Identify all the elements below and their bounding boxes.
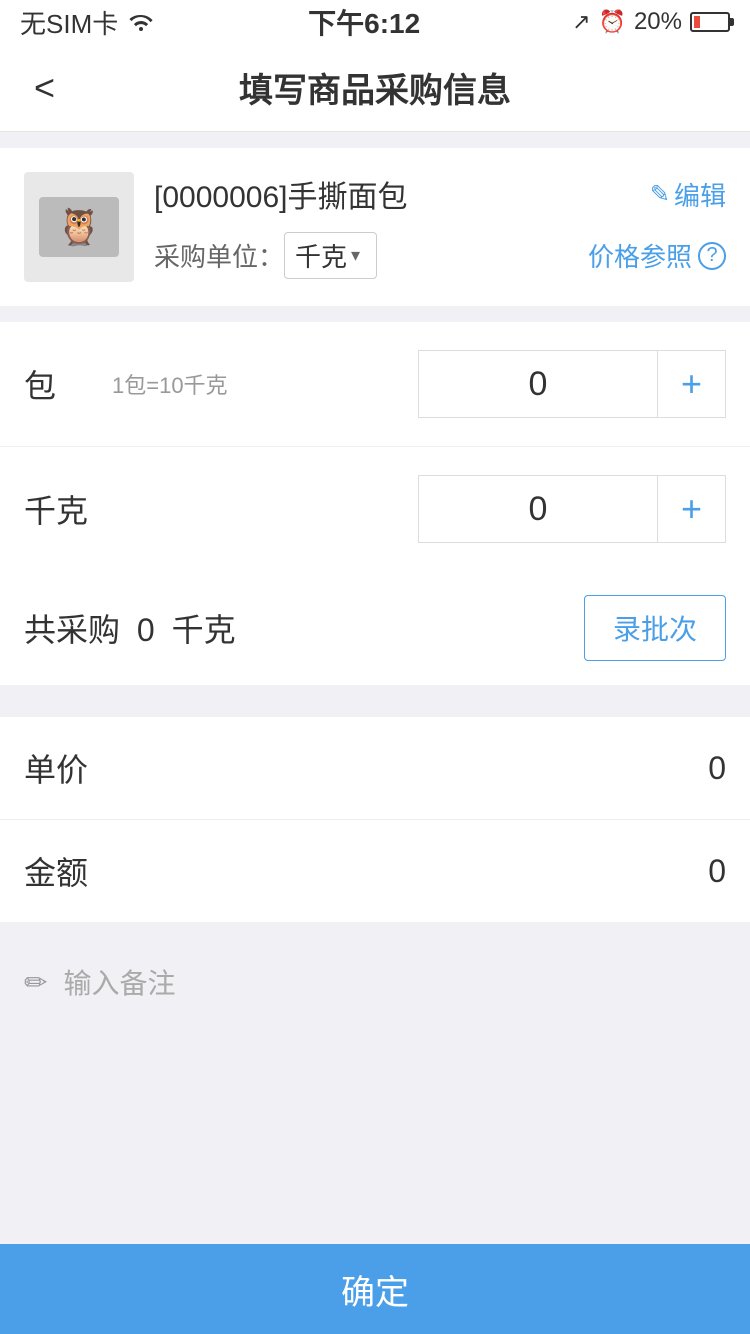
alarm-icon: ⏰ (599, 9, 626, 35)
total-amount: 0 (137, 612, 155, 648)
unit-label: 采购单位： (154, 237, 284, 274)
amount-value: 0 (708, 853, 726, 890)
kg-input-group: 0 + (418, 475, 726, 543)
confirm-label: 确定 (341, 1265, 409, 1314)
edit-button[interactable]: ✎ 编辑 (650, 176, 726, 213)
nav-bar: < 填写商品采购信息 (0, 44, 750, 132)
notes-section[interactable]: ✏ 输入备注 (0, 938, 750, 1026)
unit-price-label: 单价 (24, 745, 88, 791)
back-button[interactable]: < (24, 57, 65, 119)
product-owl-icon: 🦉 (57, 206, 102, 248)
bag-label: 包 (24, 361, 104, 407)
wifi-icon (126, 7, 156, 38)
help-icon: ? (698, 242, 726, 270)
unit-selector-group: 采购单位： 千克 ▾ (154, 232, 377, 279)
carrier-label: 无SIM卡 (20, 4, 118, 41)
kg-value: 0 (529, 490, 548, 529)
status-time: 下午6:12 (308, 2, 420, 42)
total-prefix: 共采购 (24, 612, 120, 648)
product-thumbnail: 🦉 (24, 172, 134, 282)
amount-label: 金额 (24, 848, 88, 894)
bag-sublabel: 1包=10千克 (112, 368, 228, 400)
price-ref-button[interactable]: 价格参照 ? (588, 237, 726, 274)
kg-label: 千克 (24, 486, 104, 532)
battery-icon (690, 12, 730, 32)
unit-price-row: 单价 0 (0, 717, 750, 820)
edit-label: 编辑 (674, 176, 726, 213)
bag-input-group: 0 + (418, 350, 726, 418)
product-info: [0000006]手撕面包 ✎ 编辑 采购单位： 千克 ▾ 价格参照 ? (154, 172, 726, 279)
location-icon: ↗ (572, 9, 590, 35)
kg-number-input[interactable]: 0 (418, 475, 658, 543)
product-image: 🦉 (39, 197, 119, 257)
bag-number-input[interactable]: 0 (418, 350, 658, 418)
status-right: ↗ ⏰ 20% (572, 8, 730, 36)
edit-icon: ✎ (650, 180, 670, 209)
bag-input-row: 包 1包=10千克 0 + (0, 322, 750, 447)
kg-input-row: 千克 0 + (0, 447, 750, 571)
status-left: 无SIM卡 (20, 4, 156, 41)
unit-row: 采购单位： 千克 ▾ 价格参照 ? (154, 232, 726, 279)
status-bar: 无SIM卡 下午6:12 ↗ ⏰ 20% (0, 0, 750, 44)
input-section: 包 1包=10千克 0 + 千克 0 + (0, 322, 750, 571)
page-title: 填写商品采购信息 (239, 63, 511, 112)
price-ref-label: 价格参照 (588, 237, 692, 274)
chevron-down-icon: ▾ (351, 245, 360, 266)
notes-placeholder: 输入备注 (63, 962, 175, 1002)
product-card: 🦉 [0000006]手撕面包 ✎ 编辑 采购单位： 千克 ▾ 价格参照 ? (0, 148, 750, 306)
unit-value: 千克 (295, 237, 347, 274)
divider-1 (0, 306, 750, 322)
confirm-button[interactable]: 确定 (0, 1244, 750, 1334)
total-row: 共采购 0 千克 录批次 (0, 571, 750, 685)
unit-select[interactable]: 千克 ▾ (284, 232, 377, 279)
battery-percent: 20% (634, 8, 682, 36)
amount-row: 金额 0 (0, 820, 750, 922)
kg-plus-button[interactable]: + (658, 475, 726, 543)
bag-plus-button[interactable]: + (658, 350, 726, 418)
bag-value: 0 (529, 365, 548, 404)
price-section: 单价 0 金额 0 (0, 717, 750, 922)
product-name-row: [0000006]手撕面包 ✎ 编辑 (154, 172, 726, 216)
pencil-icon: ✏ (24, 966, 47, 999)
product-name: [0000006]手撕面包 (154, 172, 407, 216)
record-batch-button[interactable]: 录批次 (584, 595, 726, 661)
total-unit: 千克 (172, 612, 236, 648)
unit-price-value: 0 (708, 750, 726, 787)
divider-2 (0, 685, 750, 701)
total-text: 共采购 0 千克 (24, 605, 236, 651)
